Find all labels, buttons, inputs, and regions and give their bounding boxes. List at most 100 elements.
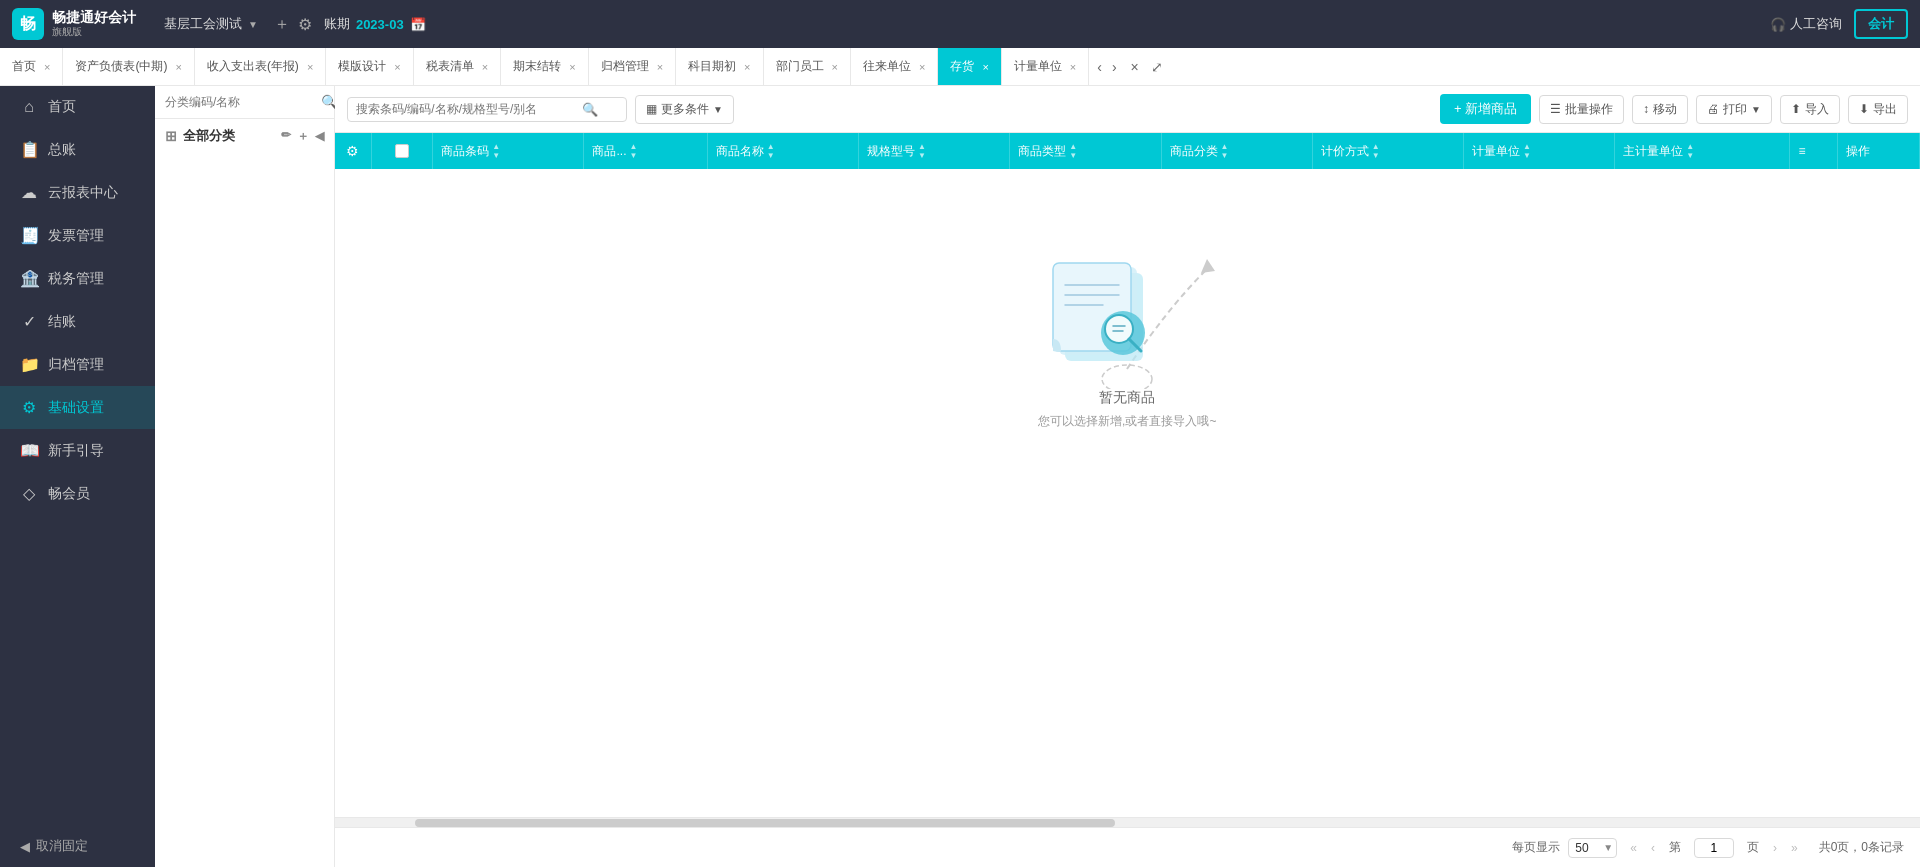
tab-tax-list[interactable]: 税表清单 ×: [414, 48, 501, 86]
th-checkbox[interactable]: [371, 133, 433, 169]
tab-income-year[interactable]: 收入支出表(年报) ×: [195, 48, 326, 86]
tab-inventory[interactable]: 存货 ×: [938, 48, 1001, 86]
goods-search-input[interactable]: [356, 102, 576, 116]
chevron-down-icon: ▼: [713, 104, 723, 115]
settings-icon[interactable]: ⚙: [298, 15, 312, 34]
th-extra[interactable]: ≡: [1790, 133, 1838, 169]
close-icon[interactable]: ×: [175, 61, 181, 73]
next-page-icon[interactable]: ›: [1768, 838, 1782, 858]
sidebar-item-member[interactable]: ◇ 畅会员: [0, 472, 155, 515]
batch-operation-button[interactable]: ☰ 批量操作: [1539, 95, 1624, 124]
app-sub: 旗舰版: [52, 25, 136, 39]
collapse-panel-icon[interactable]: ◀: [315, 129, 324, 143]
prev-page-icon[interactable]: ‹: [1646, 838, 1660, 858]
per-page-select[interactable]: 20 50 100 200: [1568, 838, 1617, 858]
th-unit[interactable]: 计量单位 ▲▼: [1464, 133, 1615, 169]
period-value: 2023-03: [356, 17, 404, 32]
import-button[interactable]: ⬆ 导入: [1780, 95, 1840, 124]
company-selector[interactable]: 基层工会测试 ▼: [164, 15, 258, 33]
import-icon: ⬆: [1791, 102, 1801, 116]
tab-unit[interactable]: 计量单位 ×: [1002, 48, 1089, 86]
service-button[interactable]: 🎧 人工咨询: [1770, 15, 1842, 33]
tab-home[interactable]: 首页 ×: [0, 48, 63, 86]
th-type[interactable]: 商品类型 ▲▼: [1010, 133, 1161, 169]
top-actions: ＋ ⚙: [274, 14, 312, 35]
tab-subject-init[interactable]: 科目期初 ×: [676, 48, 763, 86]
search-bar: 🔍: [347, 97, 627, 122]
page-number-input[interactable]: [1694, 838, 1734, 858]
close-icon[interactable]: ×: [832, 61, 838, 73]
page-navigation: « ‹ 第: [1625, 836, 1686, 859]
search-icon[interactable]: 🔍: [582, 102, 598, 117]
export-icon: ⬇: [1859, 102, 1869, 116]
sidebar-item-settings[interactable]: ⚙ 基础设置: [0, 386, 155, 429]
close-icon[interactable]: ×: [919, 61, 925, 73]
sidebar-item-invoice[interactable]: 🧾 发票管理: [0, 214, 155, 257]
member-icon: ◇: [20, 484, 38, 503]
close-all-tabs-icon[interactable]: ×: [1125, 59, 1145, 75]
scroll-thumb[interactable]: [415, 819, 1115, 827]
close-icon[interactable]: ×: [982, 61, 988, 73]
close-icon[interactable]: ×: [657, 61, 663, 73]
th-settings[interactable]: ⚙: [335, 133, 371, 169]
last-page-icon[interactable]: »: [1786, 838, 1803, 858]
sidebar-item-ledger[interactable]: 📋 总账: [0, 128, 155, 171]
close-icon[interactable]: ×: [744, 61, 750, 73]
invoice-icon: 🧾: [20, 226, 38, 245]
close-icon[interactable]: ×: [44, 61, 50, 73]
th-category[interactable]: 商品分类 ▲▼: [1161, 133, 1312, 169]
calendar-icon[interactable]: 📅: [410, 17, 426, 32]
sidebar-item-home[interactable]: ⌂ 首页: [0, 86, 155, 128]
th-spec[interactable]: 规格型号 ▲▼: [859, 133, 1010, 169]
tab-prev-icon[interactable]: ‹: [1093, 57, 1106, 77]
th-main-unit[interactable]: 主计量单位 ▲▼: [1615, 133, 1790, 169]
close-icon[interactable]: ×: [569, 61, 575, 73]
more-filter-button[interactable]: ▦ 更多条件 ▼: [635, 95, 734, 124]
sidebar-item-tax[interactable]: 🏦 税务管理: [0, 257, 155, 300]
right-panel: 🔍 ▦ 更多条件 ▼ + 新增商品 ☰ 批量操作: [335, 86, 1920, 867]
add-goods-button[interactable]: + 新增商品: [1440, 94, 1531, 124]
page-label: 第: [1664, 836, 1686, 859]
settings-icon: ⚙: [346, 143, 359, 159]
sidebar-item-archive[interactable]: 📁 归档管理: [0, 343, 155, 386]
add-category-icon[interactable]: ＋: [297, 128, 309, 145]
account-button[interactable]: 会计: [1854, 9, 1908, 39]
close-icon[interactable]: ×: [1070, 61, 1076, 73]
tab-contacts[interactable]: 往来单位 ×: [851, 48, 938, 86]
print-button[interactable]: 🖨 打印 ▼: [1696, 95, 1772, 124]
tab-archive[interactable]: 归档管理 ×: [589, 48, 676, 86]
add-tab-icon[interactable]: ＋: [274, 14, 290, 35]
th-code[interactable]: 商品... ▲▼: [584, 133, 707, 169]
tab-template[interactable]: 模版设计 ×: [326, 48, 413, 86]
tab-dept-staff[interactable]: 部门员工 ×: [764, 48, 851, 86]
unpin-sidebar-button[interactable]: ◀ 取消固定: [0, 825, 155, 867]
expand-icon[interactable]: ⤢: [1145, 59, 1169, 75]
sidebar-item-reports[interactable]: ☁ 云报表中心: [0, 171, 155, 214]
tab-next-icon[interactable]: ›: [1108, 57, 1121, 77]
th-name[interactable]: 商品名称 ▲▼: [707, 133, 858, 169]
close-icon[interactable]: ×: [482, 61, 488, 73]
page-unit: 页: [1742, 836, 1764, 859]
sidebar: ⌂ 首页 📋 总账 ☁ 云报表中心 🧾 发票管理 🏦 税务管理 ✓ 结账 📁 归…: [0, 86, 155, 867]
sidebar-item-guide[interactable]: 📖 新手引导: [0, 429, 155, 472]
horizontal-scrollbar[interactable]: [335, 817, 1920, 827]
th-price-method[interactable]: 计价方式 ▲▼: [1312, 133, 1463, 169]
sidebar-item-closing[interactable]: ✓ 结账: [0, 300, 155, 343]
close-icon[interactable]: ×: [307, 61, 313, 73]
all-category-label[interactable]: 全部分类: [183, 127, 235, 145]
th-barcode[interactable]: 商品条码 ▲▼: [433, 133, 584, 169]
tabs-bar: 首页 × 资产负债表(中期) × 收入支出表(年报) × 模版设计 × 税表清单…: [0, 48, 1920, 86]
edit-icon[interactable]: ✏: [281, 128, 291, 145]
per-page-selector: 20 50 100 200 ▼: [1568, 838, 1617, 858]
tab-balance-mid[interactable]: 资产负债表(中期) ×: [63, 48, 194, 86]
tab-period-closing[interactable]: 期末结转 ×: [501, 48, 588, 86]
category-search-input[interactable]: [165, 95, 315, 109]
sidebar-item-label: 归档管理: [48, 356, 104, 374]
ledger-icon: 📋: [20, 140, 38, 159]
first-page-icon[interactable]: «: [1625, 838, 1642, 858]
export-button[interactable]: ⬇ 导出: [1848, 95, 1908, 124]
close-icon[interactable]: ×: [394, 61, 400, 73]
page-total: 共0页，0条记录: [1819, 839, 1904, 856]
move-button[interactable]: ↕ 移动: [1632, 95, 1688, 124]
tab-nav-controls: ‹ ›: [1089, 57, 1124, 77]
